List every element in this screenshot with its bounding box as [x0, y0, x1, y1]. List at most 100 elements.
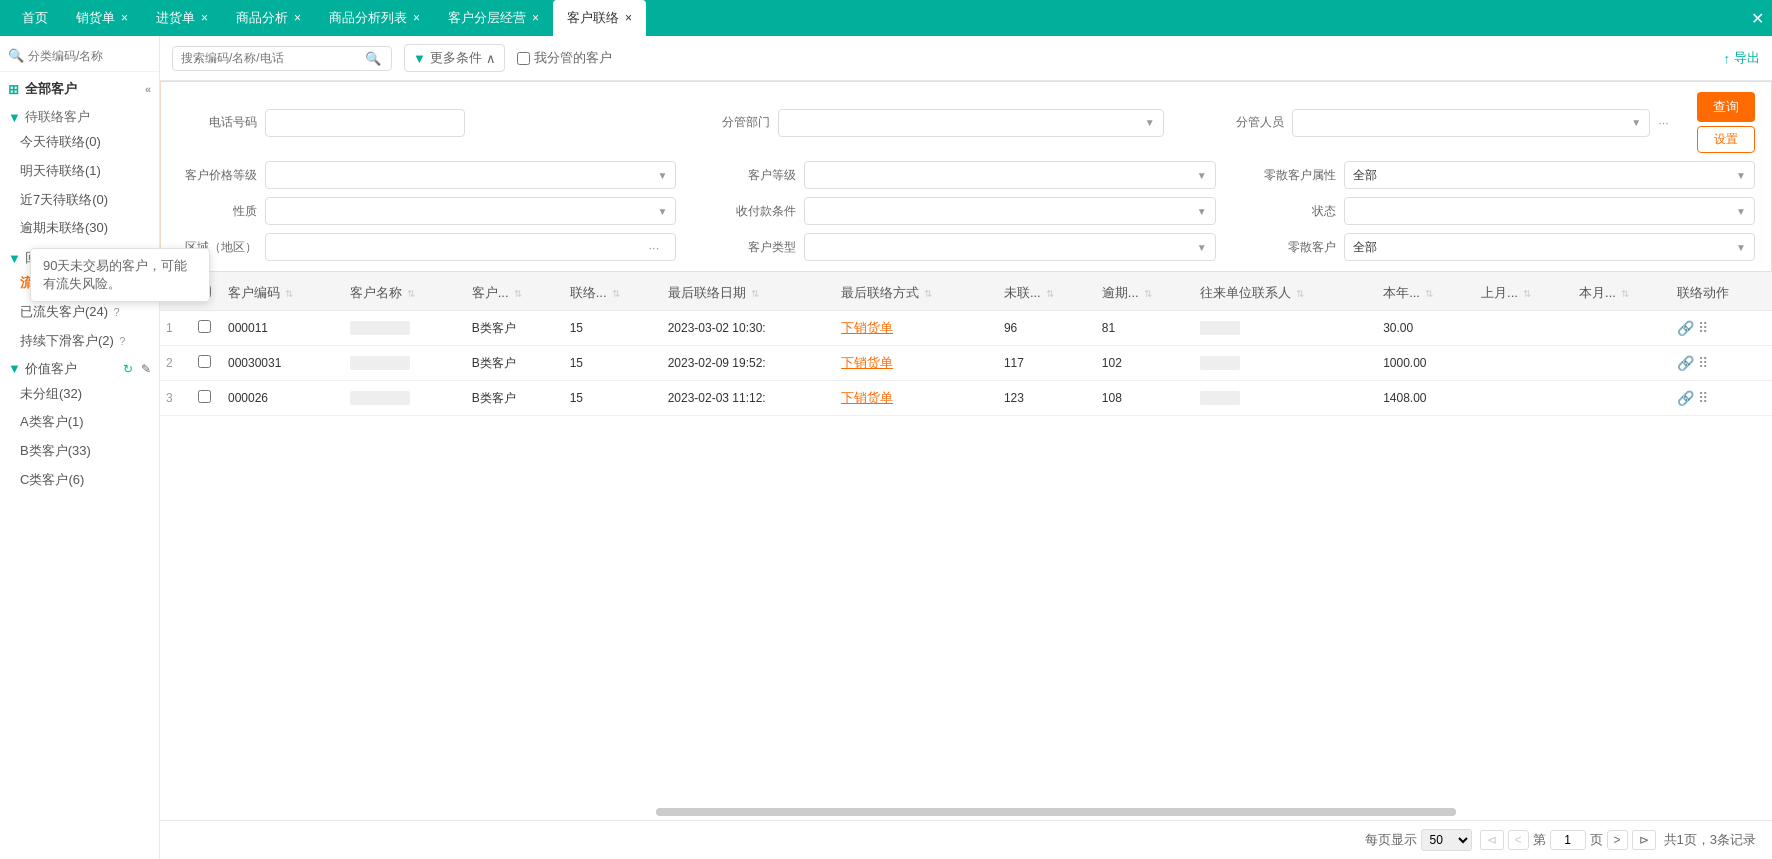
my-customers-check[interactable]: 我分管的客户 [517, 49, 612, 67]
filter-more-person[interactable]: ··· [1658, 115, 1669, 130]
row-last-method[interactable]: 下销货单 [835, 381, 998, 416]
row-action-menu[interactable]: ⠿ [1698, 390, 1708, 406]
th-this-month[interactable]: 本月... ⇅ [1573, 276, 1671, 311]
row-action-menu[interactable]: ⠿ [1698, 355, 1708, 371]
settings-button[interactable]: 设置 [1697, 126, 1755, 153]
scroll-thumb[interactable] [656, 808, 1456, 816]
row-checkbox[interactable] [192, 311, 222, 346]
scroll-track[interactable] [656, 808, 1456, 816]
sidebar-item-a-class[interactable]: A类客户(1) [0, 408, 159, 437]
tab-purchase[interactable]: 进货单 × [142, 0, 222, 36]
filter-region-select[interactable]: ··· [265, 233, 676, 261]
sidebar-item-declining[interactable]: 持续下滑客户(2) ? [0, 327, 159, 356]
refresh-icon[interactable]: ↻ [123, 362, 133, 376]
tab-customer-contact[interactable]: 客户联络 × [553, 0, 646, 36]
row-last-month [1475, 381, 1573, 416]
tab-product-analysis-list[interactable]: 商品分析列表 × [315, 0, 434, 36]
row-checkbox[interactable] [192, 346, 222, 381]
sort-tm-icon: ⇅ [1621, 288, 1629, 299]
more-conditions-btn[interactable]: ▼ 更多条件 ∧ [404, 44, 505, 72]
filter-region-more[interactable]: ··· [648, 240, 659, 255]
th-name[interactable]: 客户名称 ⇅ [344, 276, 466, 311]
close-tab-sales[interactable]: × [121, 11, 128, 25]
row-last-method[interactable]: 下销货单 [835, 346, 998, 381]
row-action-link[interactable]: 🔗 [1677, 355, 1694, 371]
th-code[interactable]: 客户编码 ⇅ [222, 276, 344, 311]
sidebar-group-value[interactable]: ▼ 价值客户 ↻ ✎ [0, 356, 159, 380]
filter-payment-select[interactable]: ▼ [804, 197, 1215, 225]
filter-price-tier-field: 客户价格等级 ▼ [177, 161, 676, 189]
th-overdue[interactable]: 逾期... ⇅ [1096, 276, 1194, 311]
chevron-level-icon: ▼ [1197, 170, 1207, 181]
sidebar-item-overdue-pending[interactable]: 逾期未联络(30) [0, 214, 159, 243]
th-type[interactable]: 客户... ⇅ [466, 276, 564, 311]
filter-zero-customer-select[interactable]: 全部 ▼ [1344, 233, 1755, 261]
sidebar-item-b-class[interactable]: B类客户(33) [0, 437, 159, 466]
row-overdue: 108 [1096, 381, 1194, 416]
per-page-select[interactable]: 50 100 200 [1421, 829, 1472, 851]
first-page-btn[interactable]: ⊲ [1480, 830, 1504, 850]
th-contact[interactable]: 联络... ⇅ [564, 276, 662, 311]
th-last-method[interactable]: 最后联络方式 ⇅ [835, 276, 998, 311]
filter-status-select[interactable]: ▼ [1344, 197, 1755, 225]
th-last-month[interactable]: 上月... ⇅ [1475, 276, 1573, 311]
sidebar-group-pending[interactable]: ▼ 待联络客户 [0, 102, 159, 128]
row-actions: 🔗 ⠿ [1671, 381, 1772, 416]
filter-zero-attr-field: 零散客户属性 全部 ▼ [1256, 161, 1755, 189]
th-this-year[interactable]: 本年... ⇅ [1377, 276, 1475, 311]
row-last-method[interactable]: 下销货单 [835, 311, 998, 346]
filter-zero-attr-select[interactable]: 全部 ▼ [1344, 161, 1755, 189]
filter-gender-select[interactable]: ▼ [265, 197, 676, 225]
prev-page-btn[interactable]: < [1508, 830, 1529, 850]
close-tab-purchase[interactable]: × [201, 11, 208, 25]
page-input[interactable] [1550, 830, 1586, 850]
search-button-icon[interactable]: 🔍 [365, 51, 381, 66]
row-action-link[interactable]: 🔗 [1677, 390, 1694, 406]
th-contacts[interactable]: 往来单位联系人 ⇅ [1194, 276, 1377, 311]
close-tab-customer-tier[interactable]: × [532, 11, 539, 25]
sidebar-item-ungrouped[interactable]: 未分组(32) [0, 380, 159, 409]
sidebar-item-today-pending[interactable]: 今天待联络(0) [0, 128, 159, 157]
tab-customer-tier[interactable]: 客户分层经营 × [434, 0, 553, 36]
tab-home[interactable]: 首页 [8, 0, 62, 36]
search-input[interactable] [181, 51, 361, 65]
th-not-contacted[interactable]: 未联... ⇅ [998, 276, 1096, 311]
sort-code-icon: ⇅ [285, 288, 293, 299]
th-last-date[interactable]: 最后联络日期 ⇅ [662, 276, 835, 311]
edit-icon[interactable]: ✎ [141, 362, 151, 376]
row-code: 00030031 [222, 346, 344, 381]
filter-phone-input[interactable] [265, 109, 465, 137]
row-action-link[interactable]: 🔗 [1677, 320, 1694, 336]
my-customers-checkbox[interactable] [517, 52, 530, 65]
filter-dept-select[interactable]: ▼ [778, 109, 1163, 137]
filter-phone-field: 电话号码 [177, 109, 650, 137]
sidebar-item-tomorrow-pending[interactable]: 明天待联络(1) [0, 157, 159, 186]
sidebar-item-week-pending[interactable]: 近7天待联络(0) [0, 186, 159, 215]
row-action-menu[interactable]: ⠿ [1698, 320, 1708, 336]
sidebar-all-customers[interactable]: ⊞ 全部客户 « [0, 72, 159, 102]
row-num: 2 [160, 346, 192, 381]
filter-customer-level-label: 客户等级 [716, 167, 796, 184]
chevron-payment-icon: ▼ [1197, 206, 1207, 217]
last-page-btn[interactable]: ⊳ [1632, 830, 1656, 850]
filter-person-select[interactable]: ▼ [1292, 109, 1650, 137]
close-tab-product-analysis-list[interactable]: × [413, 11, 420, 25]
sidebar-item-c-class[interactable]: C类客户(6) [0, 466, 159, 495]
next-page-btn[interactable]: > [1607, 830, 1628, 850]
table-row: 2 00030031 B类客户 15 2023-02-09 19:52: 下销货… [160, 346, 1772, 381]
filter-customer-level-select[interactable]: ▼ [804, 161, 1215, 189]
row-checkbox[interactable] [192, 381, 222, 416]
tab-product-analysis[interactable]: 商品分析 × [222, 0, 315, 36]
export-button[interactable]: ↑ 导出 [1724, 49, 1761, 67]
query-button[interactable]: 查询 [1697, 92, 1755, 122]
close-all-tabs[interactable]: ✕ [1751, 9, 1764, 28]
filter-customer-type-select[interactable]: ▼ [804, 233, 1215, 261]
filter-price-tier-select[interactable]: ▼ [265, 161, 676, 189]
row-last-month [1475, 346, 1573, 381]
filter-gender-field: 性质 ▼ [177, 197, 676, 225]
tab-sales[interactable]: 销货单 × [62, 0, 142, 36]
sidebar-item-churned[interactable]: 已流失客户(24) ? [0, 298, 159, 327]
close-tab-product-analysis[interactable]: × [294, 11, 301, 25]
sidebar-search-input[interactable] [28, 49, 138, 63]
close-tab-customer-contact[interactable]: × [625, 11, 632, 25]
